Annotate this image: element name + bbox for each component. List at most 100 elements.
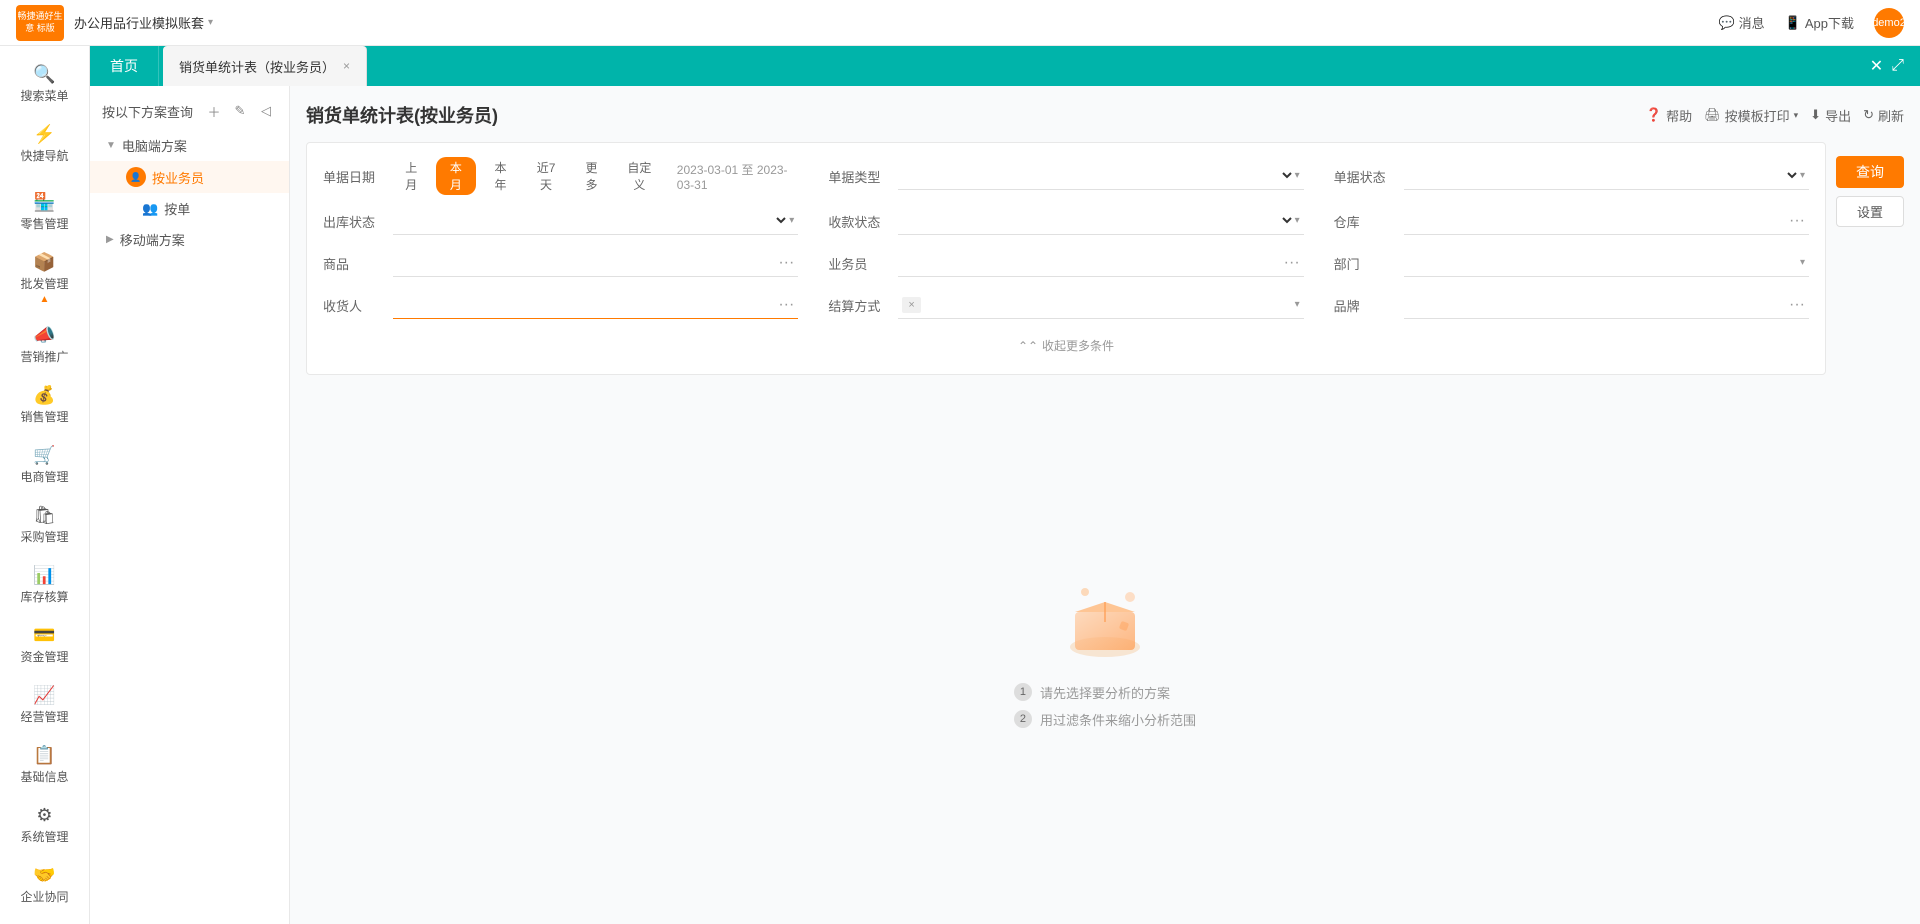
collapse-panel-btn[interactable]: ◁ <box>255 100 277 122</box>
orange-dot-icon: 👤 <box>126 167 146 187</box>
brand-input[interactable]: ··· <box>1404 291 1809 319</box>
goods-input[interactable]: ··· <box>393 249 798 277</box>
operations-icon: 📈 <box>33 685 55 706</box>
paymentstatus-dropdown-icon: ▾ <box>1295 215 1300 226</box>
salesperson-dots-icon[interactable]: ··· <box>1284 254 1300 272</box>
date-btn-7days[interactable]: 近7天 <box>525 157 567 195</box>
settlement-tag: × <box>902 297 920 313</box>
sidebar-item-basic[interactable]: 📋 基础信息 <box>0 735 89 795</box>
edit-scheme-btn[interactable]: ✎ <box>229 100 251 122</box>
finance-icon: 💳 <box>33 625 55 646</box>
sidebar-item-retail[interactable]: 🏪 零售管理 <box>0 182 89 242</box>
docstatus-label: 单据状态 <box>1334 167 1404 186</box>
sidebar-item-search[interactable]: 🔍 搜索菜单 <box>0 54 89 114</box>
date-btn-this-month[interactable]: 本月 <box>436 157 477 195</box>
message-btn[interactable]: 💬 消息 <box>1718 13 1764 32</box>
doctype-select[interactable] <box>902 167 1294 184</box>
tree-label-salesperson: 按业务员 <box>152 168 204 187</box>
empty-tips: 1 请先选择要分析的方案 2 用过滤条件来缩小分析范围 <box>1014 683 1196 729</box>
brand-label: 品牌 <box>1334 296 1404 315</box>
date-btn-this-year[interactable]: 本年 <box>482 157 519 195</box>
warehouse-dots-icon[interactable]: ··· <box>1789 212 1805 230</box>
tab-active[interactable]: 销货单统计表（按业务员） × <box>163 46 367 86</box>
download-icon: 📱 <box>1785 15 1801 31</box>
paymentstatus-select[interactable] <box>902 212 1294 229</box>
sidebar-item-system[interactable]: ⚙ 系统管理 <box>0 795 89 855</box>
wholesale-icon: 📦 <box>33 252 55 273</box>
settlement-input[interactable]: × ▾ <box>898 291 1303 319</box>
header-left: 畅捷通好生意 标版 办公用品行业模拟账套 ▾ <box>16 5 213 41</box>
settlement-tag-close-btn[interactable]: × <box>908 299 914 311</box>
page-title: 销货单统计表(按业务员) <box>306 102 498 128</box>
template-print-btn[interactable]: 🖨 按模板打印 ▾ <box>1704 106 1798 125</box>
sidebar-item-inventory[interactable]: 📊 库存核算 <box>0 555 89 615</box>
left-panel-title: 按以下方案查询 <box>102 102 193 121</box>
app-download-btn[interactable]: 📱 App下载 <box>1785 13 1854 32</box>
user-avatar-btn[interactable]: demo2 <box>1874 8 1904 38</box>
tab-maximize-btn[interactable]: ⤢ <box>1891 57 1904 75</box>
refresh-btn[interactable]: ↻ 刷新 <box>1863 106 1904 125</box>
filter-item-salesperson: 业务员 ··· <box>828 247 1303 279</box>
company-name[interactable]: 办公用品行业模拟账套 <box>74 13 204 32</box>
sidebar-item-ecommerce[interactable]: 🛒 电商管理 <box>0 435 89 495</box>
outstatus-select[interactable] <box>397 212 789 229</box>
filter-section: 单据日期 上月 本月 本年 近7天 更多 自定义 2023-03-01 至 20… <box>306 142 1904 387</box>
add-scheme-btn[interactable]: ＋ <box>203 100 225 122</box>
consignee-input[interactable]: ··· <box>393 291 798 319</box>
consignee-dots-icon[interactable]: ··· <box>778 296 794 314</box>
sidebar-item-purchase[interactable]: 🛍 采购管理 <box>0 495 89 555</box>
date-btn-custom[interactable]: 自定义 <box>616 157 663 195</box>
filter-item-outstatus: 出库状态 ▾ <box>323 205 798 237</box>
department-input[interactable]: ▾ <box>1404 249 1809 277</box>
date-btn-more[interactable]: 更多 <box>573 157 610 195</box>
sidebar-item-operations[interactable]: 📈 经营管理 <box>0 675 89 735</box>
content-area: 首页 销货单统计表（按业务员） × ✕ ⤢ 按以下方案查询 ＋ ✎ ◁ <box>90 46 1920 924</box>
sidebar-item-sales[interactable]: 💰 销售管理 <box>0 375 89 435</box>
consignee-label: 收货人 <box>323 296 393 315</box>
paymentstatus-input[interactable]: ▾ <box>898 207 1303 235</box>
goods-dots-icon[interactable]: ··· <box>778 254 794 272</box>
settings-btn[interactable]: 设置 <box>1836 196 1904 227</box>
empty-tip-1: 1 请先选择要分析的方案 <box>1014 683 1196 702</box>
tab-home[interactable]: 首页 <box>90 46 159 86</box>
warehouse-label: 仓库 <box>1334 212 1404 231</box>
export-btn[interactable]: ⬇ 导出 <box>1810 106 1851 125</box>
docstatus-select[interactable] <box>1408 167 1800 184</box>
docstatus-input[interactable]: ▾ <box>1404 162 1809 190</box>
filter-panel: 单据日期 上月 本月 本年 近7天 更多 自定义 2023-03-01 至 20… <box>306 142 1826 375</box>
tree-item-mobile[interactable]: ▶ 移动端方案 <box>90 224 289 255</box>
help-btn[interactable]: ❓ 帮助 <box>1646 106 1692 125</box>
tab-close-btn[interactable]: × <box>343 59 350 73</box>
sidebar-item-cooperation[interactable]: 🤝 企业协同 <box>0 855 89 915</box>
tab-close-window-btn[interactable]: ✕ <box>1870 56 1883 76</box>
date-filter: 上月 本月 本年 近7天 更多 自定义 2023-03-01 至 2023-03… <box>393 157 798 195</box>
collapse-btn[interactable]: ⌃⌃ 收起更多条件 <box>1018 337 1114 354</box>
filter-item-doctype: 单据类型 ▾ <box>828 160 1303 192</box>
cooperation-icon: 🤝 <box>33 865 55 886</box>
goods-label: 商品 <box>323 254 393 273</box>
tree-mobile-arrow-icon: ▶ <box>106 234 114 245</box>
sidebar-item-shortcut[interactable]: ⚡ 快捷导航 <box>0 114 89 174</box>
query-btn[interactable]: 查询 <box>1836 156 1904 188</box>
brand-dots-icon[interactable]: ··· <box>1789 296 1805 314</box>
warehouse-input[interactable]: ··· <box>1404 207 1809 235</box>
date-btn-last-month[interactable]: 上月 <box>393 157 430 195</box>
sidebar-item-wholesale[interactable]: 📦 批发管理 ▲ <box>0 242 89 315</box>
filter-item-department: 部门 ▾ <box>1334 247 1809 279</box>
tree-sub-item-salesperson[interactable]: 👤 按业务员 <box>90 161 289 193</box>
tip-num-1: 1 <box>1014 683 1032 701</box>
tree-item-pc[interactable]: ▼ 电脑端方案 <box>90 130 289 161</box>
sidebar-item-guide[interactable]: 🎯 新手引导 <box>0 915 89 924</box>
salesperson-input[interactable]: ··· <box>898 249 1303 277</box>
export-icon: ⬇ <box>1810 107 1821 123</box>
brand-logo: 畅捷通好生意 标版 <box>16 5 64 41</box>
sidebar-item-marketing[interactable]: 📣 营销推广 <box>0 315 89 375</box>
sidebar-item-finance[interactable]: 💳 资金管理 <box>0 615 89 675</box>
collapse-up-icon: ⌃⌃ <box>1018 339 1038 353</box>
top-header: 畅捷通好生意 标版 办公用品行业模拟账套 ▾ 💬 消息 📱 App下载 demo… <box>0 0 1920 46</box>
filter-row-4: 收货人 ··· 结算方式 <box>323 289 1809 321</box>
outstatus-input[interactable]: ▾ <box>393 207 798 235</box>
filter-item-settlement: 结算方式 × ▾ <box>828 289 1303 321</box>
tree-sub-item-order[interactable]: 👥 按单 <box>90 193 289 224</box>
doctype-input[interactable]: ▾ <box>898 162 1303 190</box>
